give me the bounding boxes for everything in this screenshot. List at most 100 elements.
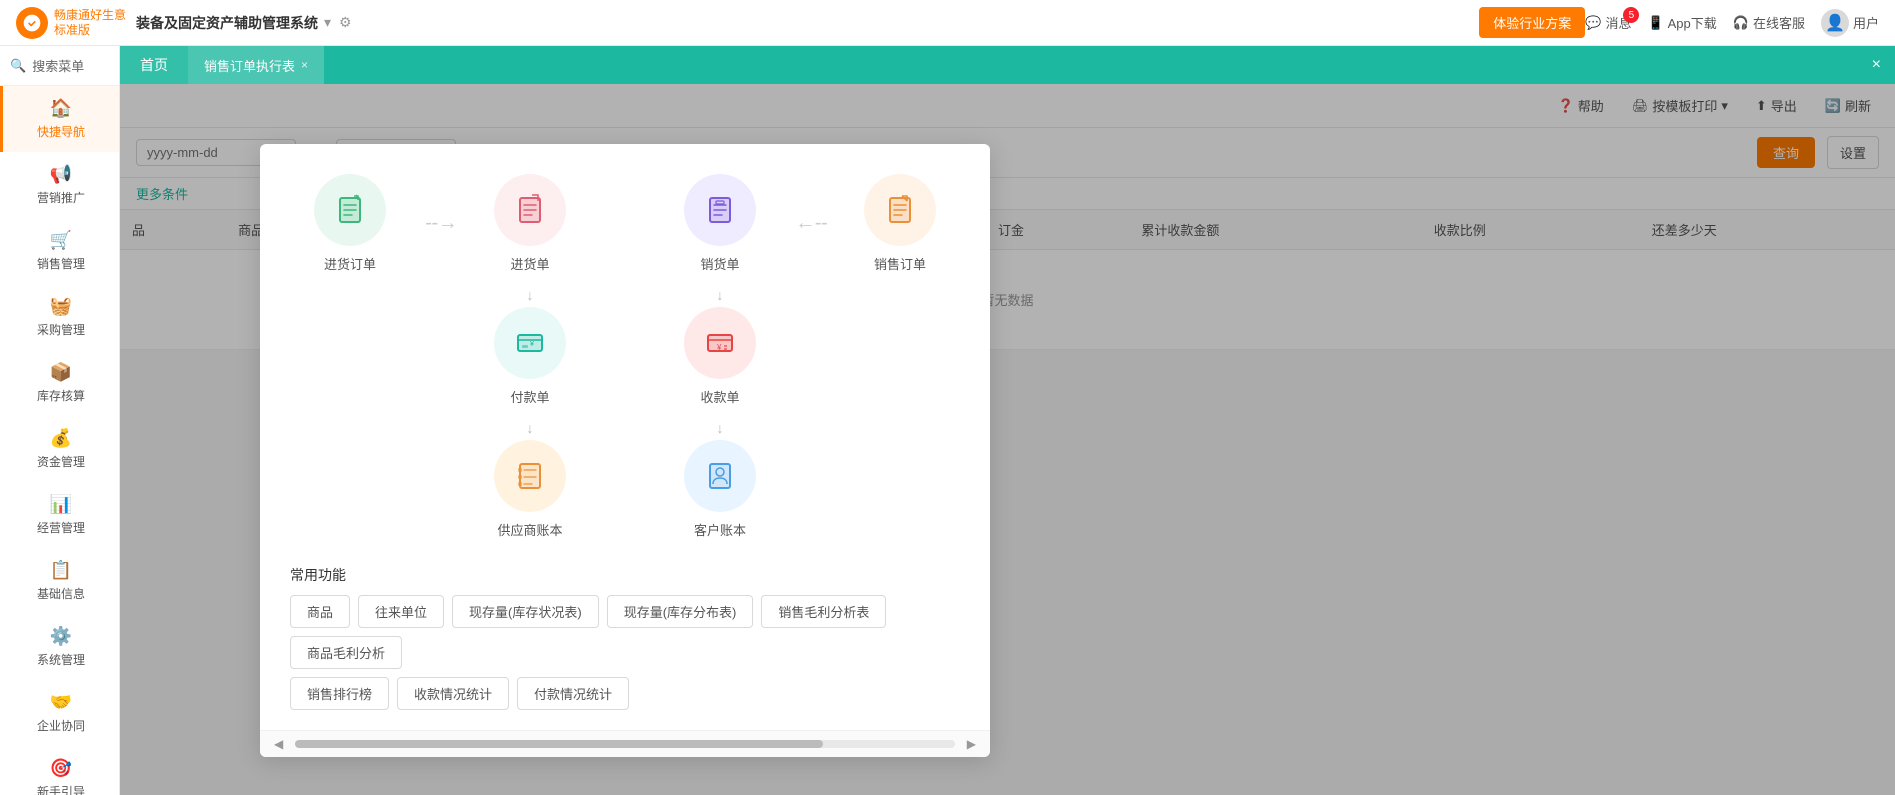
flow-node-customer-ledger[interactable]: 客户账本 [660, 440, 780, 539]
online-service-item[interactable]: 🎧 在线客服 [1733, 13, 1805, 32]
tab-bar: 首页 销售订单执行表 × × [120, 46, 1895, 84]
arrow-so-to-sb: ← - - [780, 212, 840, 235]
btn-receipt-stats[interactable]: 收款情况统计 [397, 677, 509, 710]
flow-node-purchase-bill[interactable]: 进货单 [470, 174, 590, 273]
sidebar-item-sales[interactable]: 🛒 销售管理 [0, 218, 119, 284]
user-avatar: 👤 [1821, 9, 1849, 37]
flow-node-sales-bill[interactable]: 销货单 [660, 174, 780, 273]
sidebar-item-inventory[interactable]: 📦 库存核算 [0, 350, 119, 416]
sidebar-item-enterprise[interactable]: 🤝 企业协同 [0, 680, 119, 746]
svg-text:¥: ¥ [530, 341, 534, 348]
tab-sales-order[interactable]: 销售订单执行表 × [188, 46, 324, 84]
app-download-item[interactable]: 📱 App下载 [1647, 13, 1716, 32]
common-btns-row2: 销售排行榜 收款情况统计 付款情况统计 [290, 677, 960, 710]
btn-product[interactable]: 商品 [290, 595, 350, 628]
title-dropdown-icon[interactable]: ▾ [324, 14, 331, 31]
flow-node-sales-order[interactable]: 销售订单 [840, 174, 960, 273]
btn-payment-stats[interactable]: 付款情况统计 [517, 677, 629, 710]
quick-nav-icon: 🏠 [50, 98, 72, 119]
flow-node-receipt[interactable]: ¥ 收款单 [660, 307, 780, 406]
purchase-bill-circle[interactable] [494, 174, 566, 246]
logo-icon [16, 7, 48, 39]
sidebar: 🔍 搜索菜单 🏠 快捷导航 📢 营销推广 🛒 销售管理 🧺 采购管理 📦 [0, 46, 120, 795]
system-title-area: 装备及固定资产辅助管理系统 ▾ ⚙ [136, 13, 1467, 33]
btn-product-margin[interactable]: 商品毛利分析 [290, 636, 402, 669]
phone-icon: 📱 [1647, 15, 1663, 31]
sidebar-item-quick-nav[interactable]: 🏠 快捷导航 [0, 86, 119, 152]
arrow-po-to-pb: - - → [410, 212, 470, 235]
sidebar-item-newbie[interactable]: 🎯 新手引导 [0, 746, 119, 795]
sidebar-item-system[interactable]: ⚙️ 系统管理 [0, 614, 119, 680]
sidebar-item-purchase[interactable]: 🧺 采购管理 [0, 284, 119, 350]
scrollbar-thumb[interactable] [295, 740, 823, 748]
purchase-order-label: 进货订单 [324, 254, 376, 273]
flow-row-2: ¥ 付款单 [290, 307, 960, 406]
scroll-left-btn[interactable]: ◀ [270, 737, 287, 751]
logo-text: 畅康通好生意 标准版 [54, 8, 126, 37]
sidebar-search[interactable]: 🔍 搜索菜单 [0, 46, 119, 86]
content-main: ❓ 帮助 🖨 按模板打印 ▾ ⬆ 导出 🔄 刷新 [120, 84, 1895, 795]
payment-label: 付款单 [510, 387, 549, 406]
message-item[interactable]: 💬 消息 5 [1585, 13, 1631, 32]
operation-icon: 📊 [50, 494, 72, 515]
sales-icon: 🛒 [50, 230, 72, 251]
system-icon: ⚙️ [50, 626, 72, 647]
btn-inventory-dist[interactable]: 现存量(库存分布表) [607, 595, 754, 628]
svg-text:¥: ¥ [716, 343, 722, 352]
btn-contacts[interactable]: 往来单位 [358, 595, 444, 628]
inventory-icon: 📦 [50, 362, 72, 383]
down-arrow-sb: ↓ [660, 283, 780, 307]
modal-scrollbar: ◀ ▶ [260, 730, 990, 757]
tab-close-icon[interactable]: × [301, 58, 308, 72]
scrollbar-track[interactable] [295, 740, 955, 748]
inter-row-2: ↓ ↓ [290, 416, 960, 440]
btn-inventory-status[interactable]: 现存量(库存状况表) [452, 595, 599, 628]
sidebar-item-finance[interactable]: 💰 资金管理 [0, 416, 119, 482]
flow-node-purchase-order[interactable]: 进货订单 [290, 174, 410, 273]
flow-node-supplier-ledger[interactable]: 供应商账本 [470, 440, 590, 539]
customer-ledger-label: 客户账本 [694, 520, 746, 539]
app-container: 畅康通好生意 标准版 装备及固定资产辅助管理系统 ▾ ⚙ 体验行业方案 💬 消息… [0, 0, 1895, 795]
sales-bill-circle[interactable] [684, 174, 756, 246]
scroll-right-btn[interactable]: ▶ [963, 737, 980, 751]
message-icon: 💬 [1585, 15, 1601, 31]
payment-circle[interactable]: ¥ [494, 307, 566, 379]
modal-box: 进货订单 - - → [260, 144, 990, 757]
tab-bar-close-btn[interactable]: × [1858, 56, 1895, 74]
user-item[interactable]: 👤 用户 [1821, 9, 1879, 37]
top-right: 💬 消息 5 📱 App下载 🎧 在线客服 👤 用户 [1585, 9, 1879, 37]
sidebar-item-operation[interactable]: 📊 经营管理 [0, 482, 119, 548]
common-functions-title: 常用功能 [290, 565, 960, 585]
finance-icon: 💰 [50, 428, 72, 449]
btn-sales-margin[interactable]: 销售毛利分析表 [761, 595, 886, 628]
modal-content: 进货订单 - - → [260, 144, 990, 730]
sidebar-item-marketing[interactable]: 📢 营销推广 [0, 152, 119, 218]
receipt-circle[interactable]: ¥ [684, 307, 756, 379]
experience-btn[interactable]: 体验行业方案 [1479, 7, 1585, 38]
sales-order-circle[interactable] [864, 174, 936, 246]
down-arrow-rec: ↓ [660, 416, 780, 440]
supplier-ledger-label: 供应商账本 [497, 520, 562, 539]
down-arrow-pay: ↓ [470, 416, 590, 440]
tab-home[interactable]: 首页 [120, 46, 188, 84]
purchase-bill-label: 进货单 [510, 254, 549, 273]
inter-row-1: ↓ ↓ [290, 283, 960, 307]
sales-order-label: 销售订单 [874, 254, 926, 273]
sidebar-item-base[interactable]: 📋 基础信息 [0, 548, 119, 614]
customer-ledger-circle[interactable] [684, 440, 756, 512]
modal-overlay[interactable]: 进货订单 - - → [120, 84, 1895, 795]
common-section: 常用功能 商品 往来单位 现存量(库存状况表) 现存量(库存分布表) 销售毛利分… [290, 565, 960, 710]
message-badge: 5 [1623, 7, 1639, 23]
enterprise-icon: 🤝 [50, 692, 72, 713]
flow-row-1: 进货订单 - - → [290, 174, 960, 273]
user-label: 用户 [1853, 13, 1879, 32]
settings-gear-icon[interactable]: ⚙ [339, 14, 352, 31]
flow-node-payment[interactable]: ¥ 付款单 [470, 307, 590, 406]
system-title: 装备及固定资产辅助管理系统 [136, 13, 318, 33]
supplier-ledger-circle[interactable] [494, 440, 566, 512]
marketing-icon: 📢 [50, 164, 72, 185]
logo-area: 畅康通好生意 标准版 [16, 7, 136, 39]
btn-sales-rank[interactable]: 销售排行榜 [290, 677, 389, 710]
newbie-icon: 🎯 [50, 758, 72, 779]
purchase-order-circle[interactable] [314, 174, 386, 246]
